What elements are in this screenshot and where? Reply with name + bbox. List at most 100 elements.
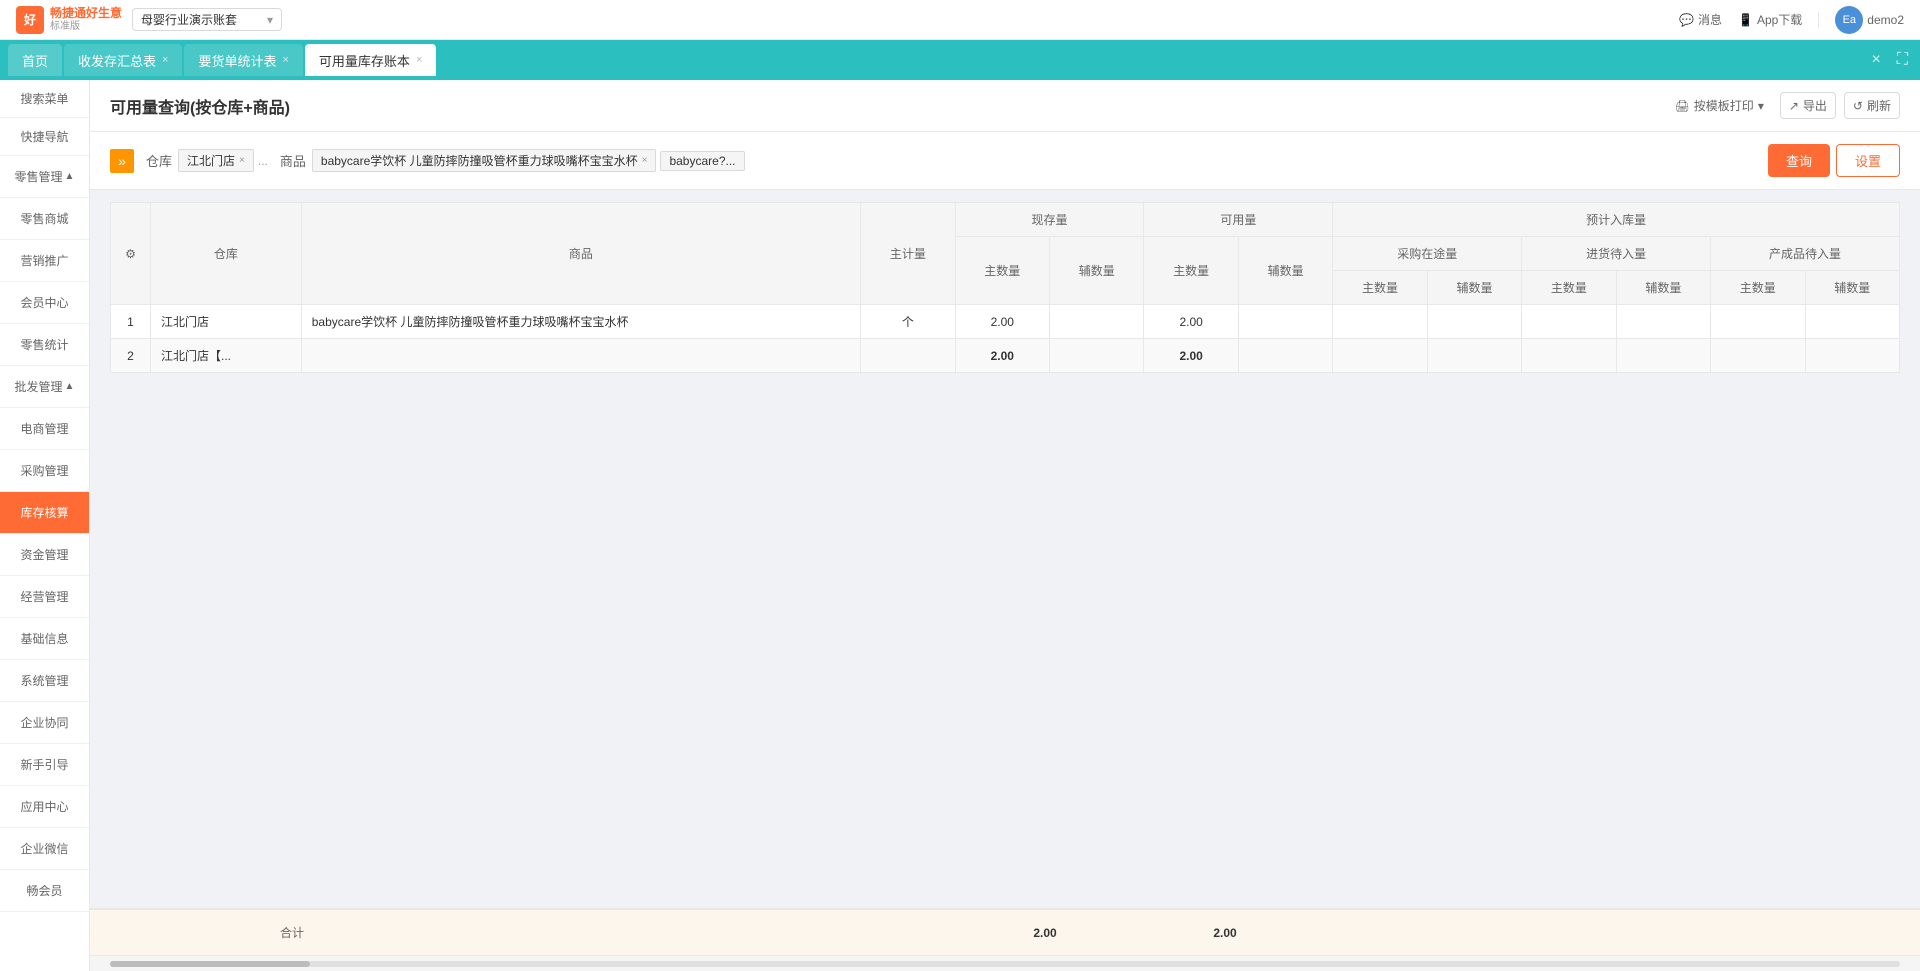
th-settings[interactable]: ⚙ — [111, 203, 151, 305]
message-btn[interactable]: 💬 消息 — [1679, 11, 1722, 28]
dropdown-arrow: ▾ — [1758, 99, 1764, 113]
sidebar-item-retail-shop[interactable]: 零售商城 — [0, 198, 89, 240]
td-stock-main-2: 2.00 — [955, 339, 1049, 373]
settings-btn[interactable]: 设置 — [1836, 144, 1900, 177]
th-pp-main: 主数量 — [1522, 271, 1616, 305]
td-warehouse-2: 江北门店【... — [151, 339, 302, 373]
footer-avail-main: 2.00 — [1180, 918, 1270, 947]
user-menu[interactable]: Ea demo2 — [1835, 6, 1904, 34]
app-download-btn[interactable]: 📱 App下载 — [1738, 11, 1802, 28]
print-label: 按模板打印 — [1694, 97, 1754, 114]
product-tag-1: babycare学饮杯 儿童防摔防撞吸管杯重力球吸嘴杯宝宝水杯 × — [312, 149, 657, 172]
td-prod-aux-1 — [1805, 305, 1900, 339]
th-avail-aux: 辅数量 — [1238, 237, 1332, 305]
topbar: 好 畅捷通好生意 标准版 母婴行业演示账套 ▾ 💬 消息 📱 App下载 Ea … — [0, 0, 1920, 40]
td-unit-1: 个 — [861, 305, 955, 339]
sidebar-item-basic-info[interactable]: 基础信息 — [0, 618, 89, 660]
footer-prod-main — [1720, 918, 1810, 947]
query-btn[interactable]: 查询 — [1768, 144, 1830, 177]
td-warehouse-1: 江北门店 — [151, 305, 302, 339]
scroll-track — [110, 961, 1900, 967]
horizontal-scrollbar[interactable] — [90, 955, 1920, 971]
td-pp-main-2 — [1522, 339, 1616, 373]
footer-unit-spacer — [920, 918, 1000, 947]
tab-order-stats-label: 要货单统计表 — [198, 51, 276, 70]
tab-receipts-close[interactable]: × — [162, 54, 168, 66]
tab-home[interactable]: 首页 — [8, 44, 62, 76]
sidebar-item-enterprise[interactable]: 企业协同 — [0, 702, 89, 744]
product-tag-2: babycare?... — [660, 151, 744, 171]
sidebar-item-member[interactable]: 会员中心 — [0, 282, 89, 324]
export-label: 导出 — [1803, 97, 1827, 114]
td-pt-main-1 — [1333, 305, 1427, 339]
tab-receipts[interactable]: 收发存汇总表 × — [64, 44, 182, 76]
arrow-icon-2: ▲ — [65, 381, 75, 392]
print-icon: 🖨 — [1675, 99, 1690, 113]
product-tags: babycare学饮杯 儿童防摔防撞吸管杯重力球吸嘴杯宝宝水杯 × babyca… — [312, 149, 745, 172]
sidebar-item-wholesale[interactable]: 批发管理 ▲ — [0, 366, 89, 408]
product-tag-1-remove[interactable]: × — [642, 155, 648, 166]
sidebar-item-purchase[interactable]: 采购管理 — [0, 450, 89, 492]
dropdown-icon: ▾ — [267, 13, 273, 27]
fullscreen-btn[interactable]: ⛶ — [1893, 47, 1912, 73]
avatar-text: Ea — [1843, 14, 1856, 26]
sidebar-item-vip[interactable]: 畅会员 — [0, 870, 89, 912]
tab-order-stats[interactable]: 要货单统计表 × — [184, 44, 302, 76]
footer-spacer-2 — [150, 918, 270, 947]
scroll-thumb[interactable] — [110, 961, 310, 967]
divider — [1818, 12, 1819, 28]
refresh-btn[interactable]: ↺ 刷新 — [1844, 92, 1900, 119]
export-btn[interactable]: ↗ 导出 — [1780, 92, 1836, 119]
warehouse-more[interactable]: ... — [258, 154, 268, 168]
td-index-2: 2 — [111, 339, 151, 373]
industry-selector[interactable]: 母婴行业演示账套 ▾ — [132, 8, 282, 31]
warehouse-tag-value: 江北门店 — [187, 152, 235, 169]
tab-order-stats-close[interactable]: × — [282, 54, 288, 66]
content: 可用量查询(按仓库+商品) 🖨 按模板打印 ▾ ↗ 导出 ↺ 刷新 » — [90, 80, 1920, 971]
sidebar-item-inventory[interactable]: 库存核算 — [0, 492, 89, 534]
th-stock-main: 主数量 — [955, 237, 1049, 305]
warehouse-remove[interactable]: × — [239, 155, 245, 166]
product-label: 商品 — [280, 151, 306, 170]
export-icon: ↗ — [1789, 99, 1799, 113]
sidebar-item-quick-nav[interactable]: 快捷导航 — [0, 118, 89, 156]
main-layout: 搜索菜单 快捷导航 零售管理 ▲ 零售商城 营销推广 会员中心 零售统计 批发管… — [0, 80, 1920, 971]
sidebar-item-app-center[interactable]: 应用中心 — [0, 786, 89, 828]
footer-pp-aux — [1630, 918, 1720, 947]
product-filter: 商品 babycare学饮杯 儿童防摔防撞吸管杯重力球吸嘴杯宝宝水杯 × bab… — [280, 149, 745, 172]
th-purchase-transit: 采购在途量 — [1333, 237, 1522, 271]
table-row: 1 江北门店 babycare学饮杯 儿童防摔防撞吸管杯重力球吸嘴杯宝宝水杯 个… — [111, 305, 1900, 339]
th-planned-inbound: 预计入库量 — [1333, 203, 1900, 237]
close-all-btn[interactable]: × — [1867, 47, 1884, 73]
expand-btn[interactable]: » — [110, 149, 134, 173]
td-prod-aux-2 — [1805, 339, 1900, 373]
td-prod-main-1 — [1711, 305, 1805, 339]
warehouse-filter: 仓库 江北门店 × ... — [146, 149, 268, 172]
sidebar-item-marketing[interactable]: 营销推广 — [0, 240, 89, 282]
td-avail-aux-2 — [1238, 339, 1332, 373]
sidebar-item-retail-mgmt[interactable]: 零售管理 ▲ — [0, 156, 89, 198]
footer-row: 合计 2.00 2.00 — [110, 918, 1900, 947]
sidebar-item-operations[interactable]: 经营管理 — [0, 576, 89, 618]
sidebar-item-search[interactable]: 搜索菜单 — [0, 80, 89, 118]
footer-pt-main — [1360, 918, 1450, 947]
filter-bar: » 仓库 江北门店 × ... 商品 babycare学饮杯 儿童防摔防撞吸管杯… — [90, 132, 1920, 190]
tabbar: 首页 收发存汇总表 × 要货单统计表 × 可用量库存账本 × × ⛶ — [0, 40, 1920, 80]
print-template-btn[interactable]: 🖨 按模板打印 ▾ — [1667, 93, 1772, 118]
sidebar-item-wechat[interactable]: 企业微信 — [0, 828, 89, 870]
sidebar-item-guide[interactable]: 新手引导 — [0, 744, 89, 786]
td-avail-main-2: 2.00 — [1144, 339, 1238, 373]
footer-pp-main — [1540, 918, 1630, 947]
arrow-icon: ▲ — [65, 171, 75, 182]
refresh-label: 刷新 — [1867, 97, 1891, 114]
tab-available-stock[interactable]: 可用量库存账本 × — [305, 44, 436, 76]
th-purchase-pending: 进货待入量 — [1522, 237, 1711, 271]
page-title: 可用量查询(按仓库+商品) — [110, 94, 290, 118]
table-container: ⚙ 仓库 商品 主计量 现存量 可用量 预计入库量 主数量 辅数量 主数量 辅数… — [90, 190, 1920, 908]
sidebar-item-finance[interactable]: 资金管理 — [0, 534, 89, 576]
sidebar-item-ecommerce[interactable]: 电商管理 — [0, 408, 89, 450]
td-index-1: 1 — [111, 305, 151, 339]
tab-available-stock-close[interactable]: × — [416, 54, 422, 66]
sidebar-item-system[interactable]: 系统管理 — [0, 660, 89, 702]
sidebar-item-retail-stats[interactable]: 零售统计 — [0, 324, 89, 366]
